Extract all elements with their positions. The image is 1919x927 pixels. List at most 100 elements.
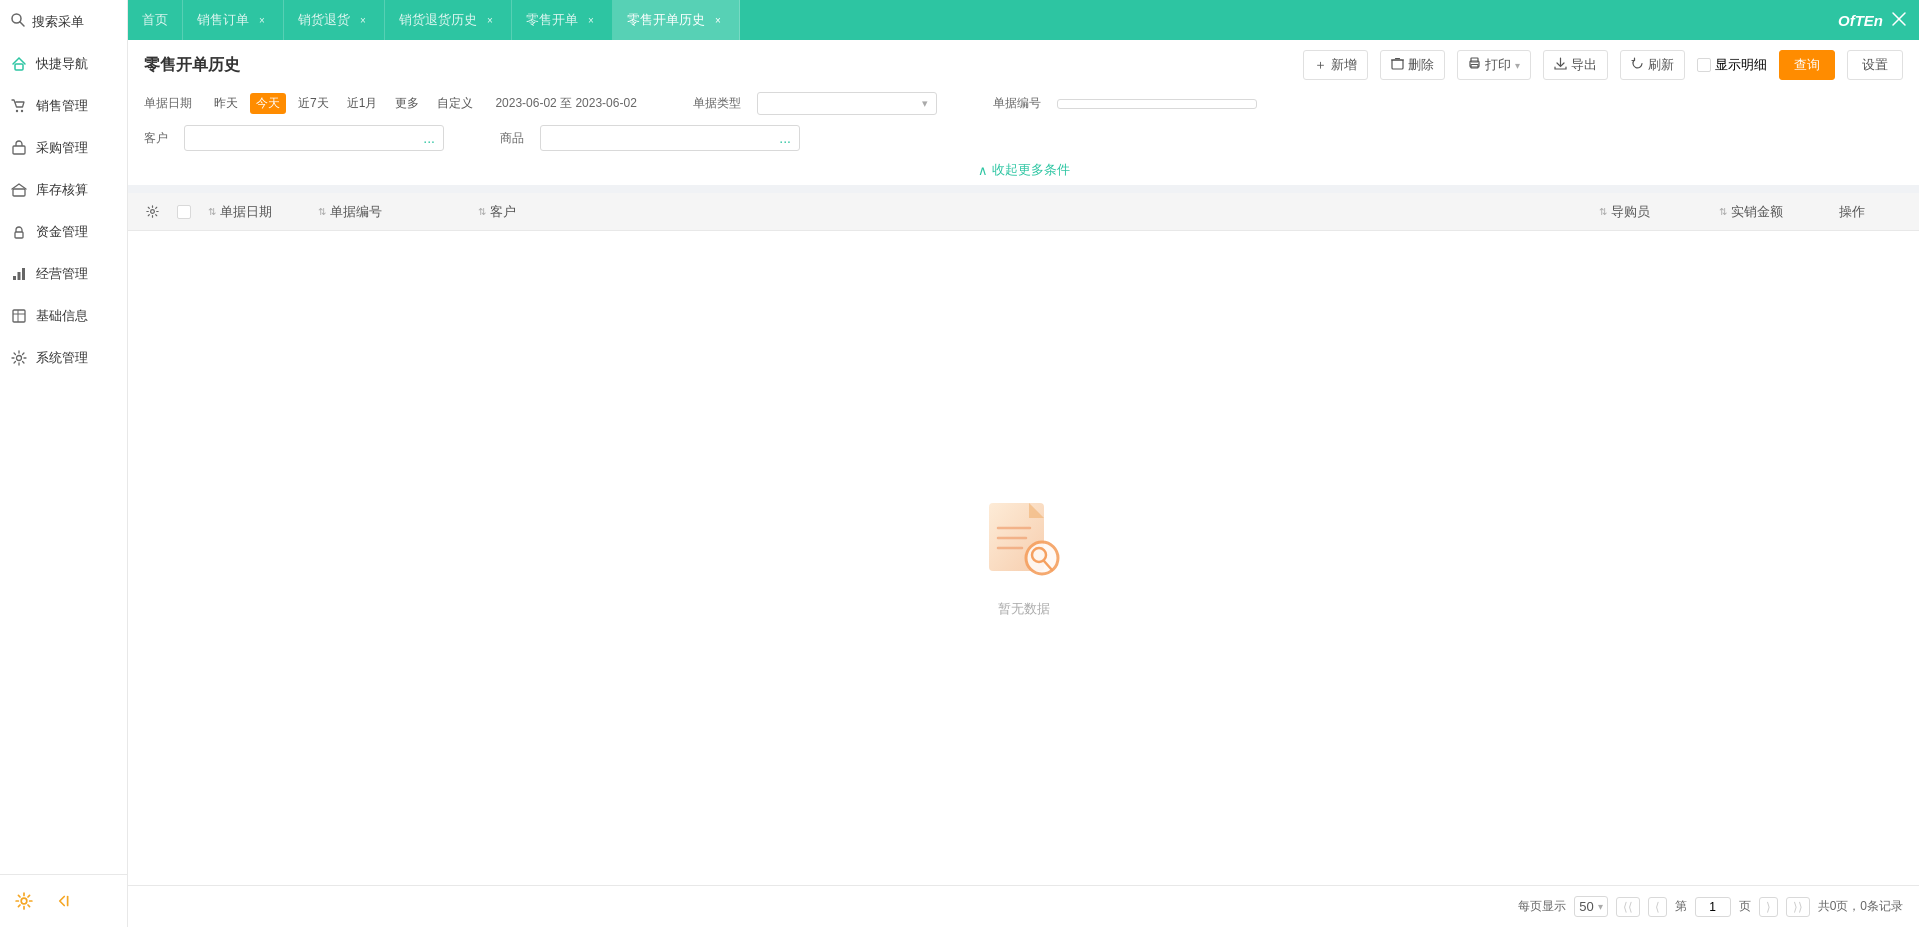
date-yesterday-btn[interactable]: 昨天: [208, 93, 244, 114]
tab-sales-order-close[interactable]: ×: [255, 13, 269, 27]
collapse-row: ∧ 收起更多条件: [144, 161, 1903, 179]
tab-retail-open-history[interactable]: 零售开单历史 ×: [613, 0, 740, 40]
settings-footer-btn[interactable]: [10, 887, 38, 915]
svg-rect-19: [1392, 60, 1403, 69]
column-settings-btn[interactable]: [136, 204, 168, 219]
sidebar-item-label: 销售管理: [36, 97, 88, 115]
svg-point-14: [17, 356, 22, 361]
filter-row-1: 单据日期 昨天 今天 近7天 近1月 更多 自定义 2023-06-02 至 2…: [144, 92, 1903, 115]
th-customer[interactable]: ⇅ 客户: [470, 203, 1591, 221]
tab-sales-return-history[interactable]: 销货退货历史 ×: [385, 0, 512, 40]
table-header: ⇅ 单据日期 ⇅ 单据编号 ⇅ 客户 ⇅ 导购员 ⇅ 实销金额: [128, 193, 1919, 231]
date-range-group: 昨天 今天 近7天 近1月 更多 自定义: [208, 93, 479, 114]
tab-retail-open-label: 零售开单: [526, 11, 578, 29]
main-content: 首页 销售订单 × 销货退货 × 销货退货历史 × 零售开单 × 零售开单历史 …: [128, 0, 1919, 927]
th-amount[interactable]: ⇅ 实销金额: [1711, 203, 1831, 221]
lock-icon: [10, 223, 28, 241]
next-page-btn[interactable]: ⟩: [1759, 897, 1778, 917]
select-all-checkbox[interactable]: [168, 205, 200, 219]
svg-rect-24: [1471, 65, 1478, 69]
last-page-btn[interactable]: ⟩⟩: [1786, 897, 1810, 917]
show-detail-toggle[interactable]: 显示明细: [1697, 56, 1767, 74]
tab-retail-open[interactable]: 零售开单 ×: [512, 0, 613, 40]
bill-no-input[interactable]: [1057, 99, 1257, 109]
warehouse-icon: [10, 181, 28, 199]
goods-ellipsis-btn[interactable]: ...: [779, 130, 791, 146]
sidebar-search-label: 搜索采单: [32, 13, 84, 31]
date-more-btn[interactable]: 更多: [389, 93, 425, 114]
per-page-label: 每页显示: [1518, 898, 1566, 915]
table-icon: [10, 307, 28, 325]
th-billno[interactable]: ⇅ 单据编号: [310, 203, 470, 221]
show-detail-checkbox[interactable]: [1697, 58, 1711, 72]
query-btn[interactable]: 查询: [1779, 50, 1835, 80]
sidebar-item-sys-mgmt[interactable]: 系统管理: [0, 337, 127, 379]
filter-section: 零售开单历史 ＋ 新增 删除: [128, 40, 1919, 185]
collapse-label: 收起更多条件: [992, 161, 1070, 179]
sidebar-item-sales-mgmt[interactable]: 销售管理: [0, 85, 127, 127]
goods-input[interactable]: ...: [540, 125, 800, 151]
page-input[interactable]: [1695, 897, 1731, 917]
th-date[interactable]: ⇅ 单据日期: [200, 203, 310, 221]
print-chevron[interactable]: ▾: [1515, 60, 1520, 71]
filter-row-2: 客户 ... 商品 ...: [144, 125, 1903, 151]
svg-rect-23: [1471, 58, 1478, 62]
tab-retail-open-history-close[interactable]: ×: [711, 13, 725, 27]
tab-sales-return-close[interactable]: ×: [356, 13, 370, 27]
th-date-label: 单据日期: [220, 203, 272, 221]
toolbar: ＋ 新增 删除 打印 ▾: [1303, 50, 1903, 80]
date-custom-btn[interactable]: 自定义: [431, 93, 479, 114]
tab-home[interactable]: 首页: [128, 0, 183, 40]
date-7days-btn[interactable]: 近7天: [292, 93, 335, 114]
refresh-btn[interactable]: 刷新: [1620, 50, 1685, 80]
tab-sales-order[interactable]: 销售订单 ×: [183, 0, 284, 40]
svg-point-3: [16, 110, 18, 112]
sidebar-search[interactable]: 搜索采单: [0, 0, 127, 43]
refresh-label: 刷新: [1648, 56, 1674, 74]
sidebar-item-finance[interactable]: 资金管理: [0, 211, 127, 253]
th-ops-label: 操作: [1839, 203, 1865, 221]
collapse-sidebar-btn[interactable]: [48, 887, 76, 915]
print-btn[interactable]: 打印 ▾: [1457, 50, 1531, 80]
collapse-btn[interactable]: ∧ 收起更多条件: [978, 161, 1070, 179]
tab-retail-open-close[interactable]: ×: [584, 13, 598, 27]
th-guide[interactable]: ⇅ 导购员: [1591, 203, 1711, 221]
refresh-icon: [1631, 57, 1644, 73]
export-btn[interactable]: 导出: [1543, 50, 1608, 80]
per-page-chevron: ▾: [1598, 901, 1603, 912]
sidebar-item-purchase-mgmt[interactable]: 采购管理: [0, 127, 127, 169]
search-icon: [10, 12, 26, 31]
sidebar-item-base-info[interactable]: 基础信息: [0, 295, 127, 337]
settings-btn[interactable]: 设置: [1847, 50, 1903, 80]
svg-rect-9: [18, 272, 21, 280]
prev-page-btn[interactable]: ⟨: [1648, 897, 1667, 917]
bill-no-label: 单据编号: [993, 95, 1041, 112]
cart-icon: [10, 97, 28, 115]
sort-icon: ⇅: [318, 206, 326, 217]
close-window-btn[interactable]: [1891, 11, 1907, 30]
date-today-btn[interactable]: 今天: [250, 93, 286, 114]
delete-btn[interactable]: 删除: [1380, 50, 1445, 80]
customer-input[interactable]: ...: [184, 125, 444, 151]
empty-text: 暂无数据: [998, 600, 1050, 618]
goods-label: 商品: [500, 130, 524, 147]
sidebar-item-inventory[interactable]: 库存核算: [0, 169, 127, 211]
th-billno-label: 单据编号: [330, 203, 382, 221]
bill-type-select[interactable]: ▾: [757, 92, 937, 115]
tab-sales-return-history-close[interactable]: ×: [483, 13, 497, 27]
customer-ellipsis-btn[interactable]: ...: [423, 130, 435, 146]
svg-point-4: [21, 110, 23, 112]
per-page-select[interactable]: 50 ▾: [1574, 896, 1607, 917]
first-page-btn[interactable]: ⟨⟨: [1616, 897, 1640, 917]
add-btn[interactable]: ＋ 新增: [1303, 50, 1368, 80]
date-1month-btn[interactable]: 近1月: [341, 93, 384, 114]
export-icon: [1554, 57, 1567, 73]
page-label: 第: [1675, 898, 1687, 915]
sidebar-item-label: 库存核算: [36, 181, 88, 199]
sidebar-item-business[interactable]: 经营管理: [0, 253, 127, 295]
tabs-bar: 首页 销售订单 × 销货退货 × 销货退货历史 × 零售开单 × 零售开单历史 …: [128, 0, 1919, 40]
tab-sales-return[interactable]: 销货退货 ×: [284, 0, 385, 40]
date-range-text: 2023-06-02 至 2023-06-02: [495, 95, 636, 112]
chevron-down-icon: ▾: [922, 97, 928, 110]
sidebar-item-quick-nav[interactable]: 快捷导航: [0, 43, 127, 85]
